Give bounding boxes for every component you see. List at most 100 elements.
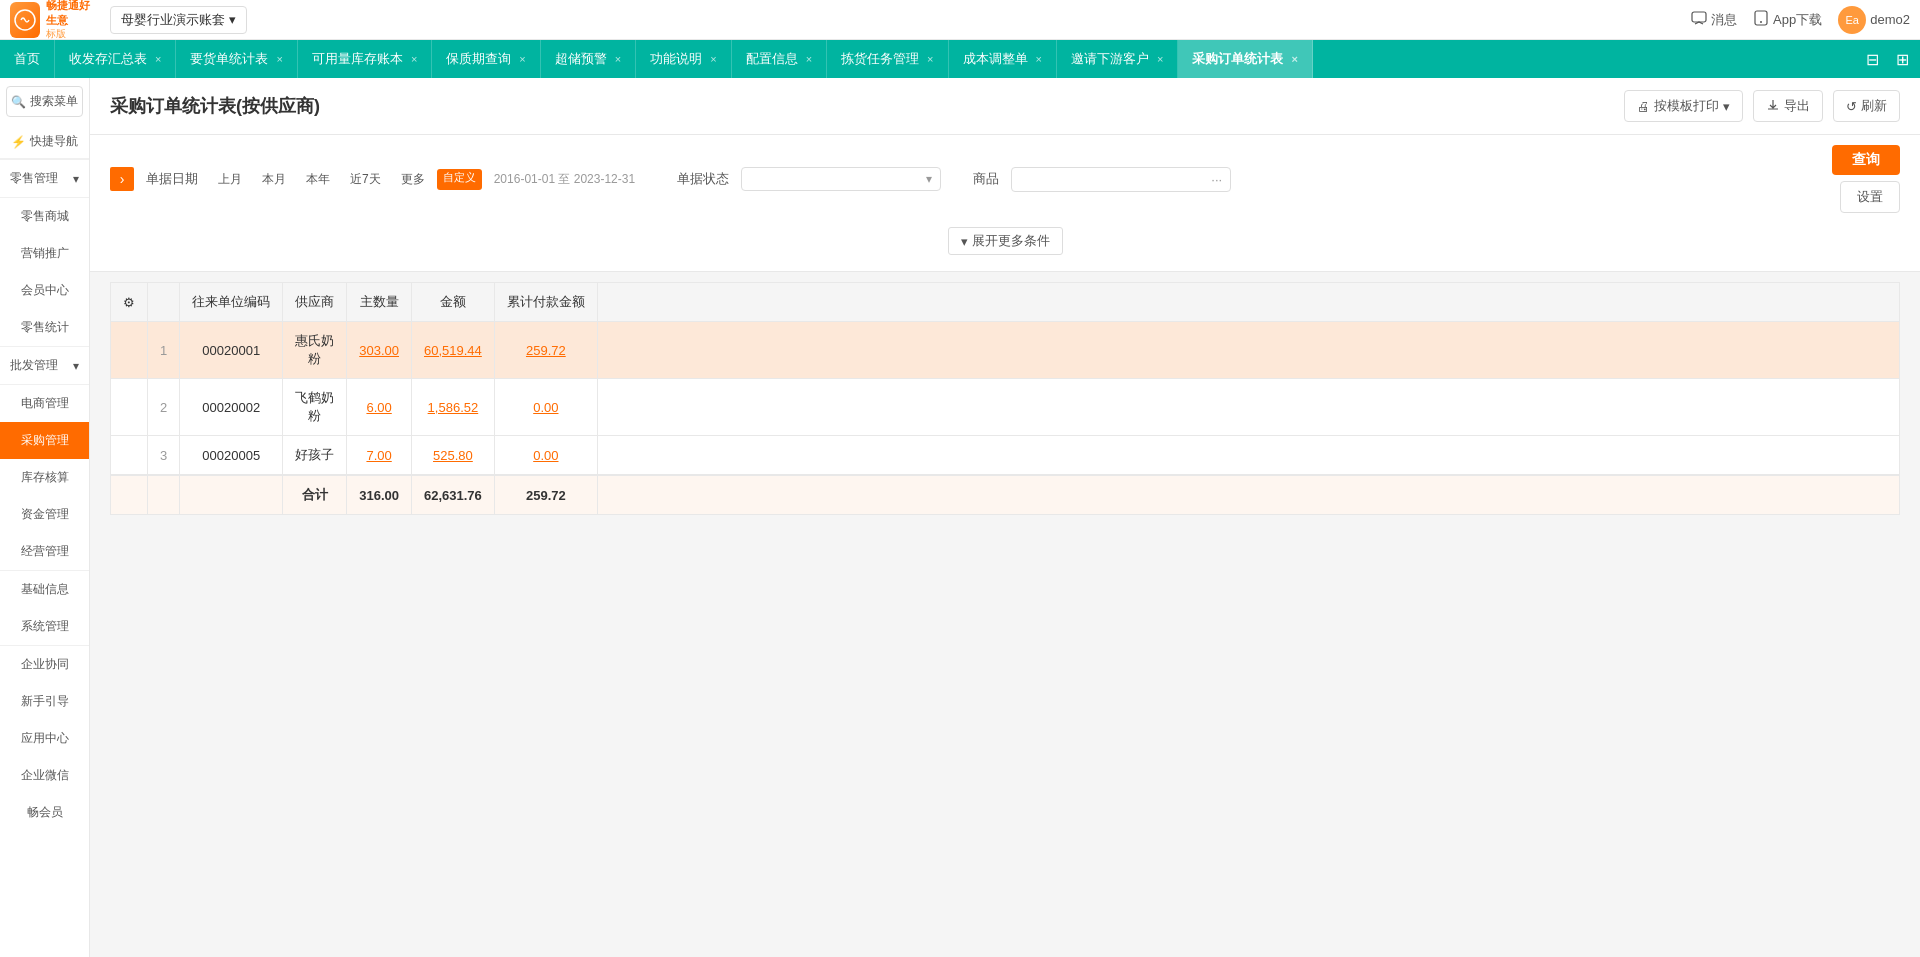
refresh-icon: ↺ [1846, 99, 1857, 114]
tab-purchase-stat[interactable]: 采购订单统计表 × [1178, 40, 1312, 78]
workspace-selector[interactable]: 母婴行业演示账套 ▾ [110, 6, 247, 34]
refresh-button[interactable]: ↺ 刷新 [1833, 90, 1900, 122]
date-this-month[interactable]: 本月 [254, 169, 294, 190]
row1-amount[interactable]: 60,519.44 [412, 322, 495, 379]
ecommerce-label: 电商管理 [21, 395, 69, 412]
tab-home-label: 首页 [14, 50, 40, 68]
close-icon[interactable]: × [411, 53, 417, 65]
app-download-button[interactable]: App下载 [1753, 10, 1822, 29]
sidebar-item-retail-shop[interactable]: 零售商城 [0, 198, 89, 235]
amount-col-header: 金额 [412, 283, 495, 322]
row2-amount[interactable]: 1,586.52 [412, 379, 495, 436]
date-7days[interactable]: 近7天 [342, 169, 389, 190]
svg-point-3 [1760, 21, 1762, 23]
sidebar-item-app-center[interactable]: 应用中心 [0, 720, 89, 757]
maximize-button[interactable]: ⊞ [1888, 45, 1916, 73]
search-menu-button[interactable]: 🔍 搜索菜单 [6, 86, 83, 117]
tab-config[interactable]: 配置信息 × [732, 40, 827, 78]
date-this-year[interactable]: 本年 [298, 169, 338, 190]
row2-main-qty[interactable]: 6.00 [347, 379, 412, 436]
search-menu-label: 搜索菜单 [30, 93, 78, 110]
table-row[interactable]: 3 00020005 好孩子 7.00 525.80 0.00 [111, 436, 1900, 476]
sidebar-item-ecommerce[interactable]: 电商管理 [0, 385, 89, 422]
sidebar-item-inventory[interactable]: 库存核算 [0, 459, 89, 496]
tab-home[interactable]: 首页 [0, 40, 55, 78]
retail-shop-label: 零售商城 [21, 208, 69, 225]
tab-order-stat[interactable]: 要货单统计表 × [176, 40, 297, 78]
more-options-icon[interactable]: ··· [1211, 172, 1222, 187]
system-label: 系统管理 [21, 618, 69, 635]
date-range-display: 2016-01-01 至 2023-12-31 [494, 171, 635, 188]
tab-picking-task[interactable]: 拣货任务管理 × [827, 40, 948, 78]
tab-func-desc[interactable]: 功能说明 × [636, 40, 731, 78]
date-custom-badge[interactable]: 自定义 [437, 169, 482, 190]
retail-stat-label: 零售统计 [21, 319, 69, 336]
sidebar-item-member[interactable]: 会员中心 [0, 272, 89, 309]
table-header-row: ⚙ 往来单位编码 供应商 主数量 金额 累计付款金额 [111, 283, 1900, 322]
empty-col-header [597, 283, 1899, 322]
settings-button[interactable]: 设置 [1840, 181, 1900, 213]
close-icon[interactable]: × [519, 53, 525, 65]
close-icon[interactable]: × [1036, 53, 1042, 65]
close-icon[interactable]: × [927, 53, 933, 65]
sidebar-item-wholesale[interactable]: 批发管理 ▾ [0, 347, 89, 385]
row1-main-qty[interactable]: 303.00 [347, 322, 412, 379]
tab-available-stock[interactable]: 可用量库存账本 × [298, 40, 432, 78]
sidebar-item-newbie[interactable]: 新手引导 [0, 683, 89, 720]
sidebar-item-finance[interactable]: 资金管理 [0, 496, 89, 533]
sidebar-item-system[interactable]: 系统管理 [0, 608, 89, 645]
close-icon[interactable]: × [155, 53, 161, 65]
column-settings-icon[interactable]: ⚙ [123, 295, 135, 310]
query-button[interactable]: 查询 [1832, 145, 1900, 175]
minimize-button[interactable]: ⊟ [1858, 45, 1886, 73]
quick-nav-button[interactable]: ⚡ 快捷导航 [0, 125, 89, 159]
close-icon[interactable]: × [615, 53, 621, 65]
tab-overstock-label: 超储预警 [555, 50, 607, 68]
date-last-month[interactable]: 上月 [210, 169, 250, 190]
tab-shelf-life[interactable]: 保质期查询 × [432, 40, 540, 78]
filter-action-buttons: 查询 设置 [1832, 145, 1900, 213]
tab-collect-pay[interactable]: 收发存汇总表 × [55, 40, 176, 78]
close-icon[interactable]: × [806, 53, 812, 65]
sidebar-item-membership[interactable]: 畅会员 [0, 794, 89, 831]
expand-more-button[interactable]: ▾ 展开更多条件 [948, 227, 1063, 255]
sidebar-item-enterprise[interactable]: 企业协同 [0, 646, 89, 683]
goods-input[interactable]: ··· [1011, 167, 1231, 192]
total-settings [111, 475, 148, 515]
sidebar-item-basic-info[interactable]: 基础信息 [0, 571, 89, 608]
close-icon[interactable]: × [1291, 53, 1297, 65]
sidebar-item-corp-wechat[interactable]: 企业微信 [0, 757, 89, 794]
tab-cost-adj-label: 成本调整单 [963, 50, 1028, 68]
row3-paid-amount[interactable]: 0.00 [494, 436, 597, 476]
sidebar-item-retail-stat[interactable]: 零售统计 [0, 309, 89, 346]
workspace-name: 母婴行业演示账套 [121, 11, 225, 29]
tab-overstock[interactable]: 超储预警 × [541, 40, 636, 78]
table-row[interactable]: 2 00020002 飞鹤奶粉 6.00 1,586.52 0.00 [111, 379, 1900, 436]
sidebar-item-marketing[interactable]: 营销推广 [0, 235, 89, 272]
message-button[interactable]: 消息 [1691, 10, 1737, 29]
sidebar-item-operations[interactable]: 经营管理 [0, 533, 89, 570]
table-row[interactable]: 1 00020001 惠氏奶粉 303.00 60,519.44 259.72 [111, 322, 1900, 379]
filter-toggle-button[interactable]: › [110, 167, 134, 191]
close-icon[interactable]: × [1157, 53, 1163, 65]
user-menu[interactable]: Ea demo2 [1838, 6, 1910, 34]
tab-cost-adj[interactable]: 成本调整单 × [949, 40, 1057, 78]
retail-label: 零售管理 [10, 170, 58, 187]
export-button[interactable]: 导出 [1753, 90, 1823, 122]
row3-main-qty[interactable]: 7.00 [347, 436, 412, 476]
tab-shelf-life-label: 保质期查询 [446, 50, 511, 68]
close-icon[interactable]: × [276, 53, 282, 65]
row1-paid-amount[interactable]: 259.72 [494, 322, 597, 379]
tab-config-label: 配置信息 [746, 50, 798, 68]
export-icon [1766, 98, 1780, 115]
sidebar-item-retail[interactable]: 零售管理 ▾ [0, 160, 89, 198]
expand-icon: ▾ [961, 234, 968, 249]
close-icon[interactable]: × [710, 53, 716, 65]
status-select[interactable]: ▾ [741, 167, 941, 191]
row2-paid-amount[interactable]: 0.00 [494, 379, 597, 436]
tab-invite[interactable]: 邀请下游客户 × [1057, 40, 1178, 78]
date-more[interactable]: 更多 [393, 169, 433, 190]
row3-amount[interactable]: 525.80 [412, 436, 495, 476]
sidebar-item-purchase[interactable]: 采购管理 [0, 422, 89, 459]
print-button[interactable]: 🖨 按模板打印 ▾ [1624, 90, 1743, 122]
